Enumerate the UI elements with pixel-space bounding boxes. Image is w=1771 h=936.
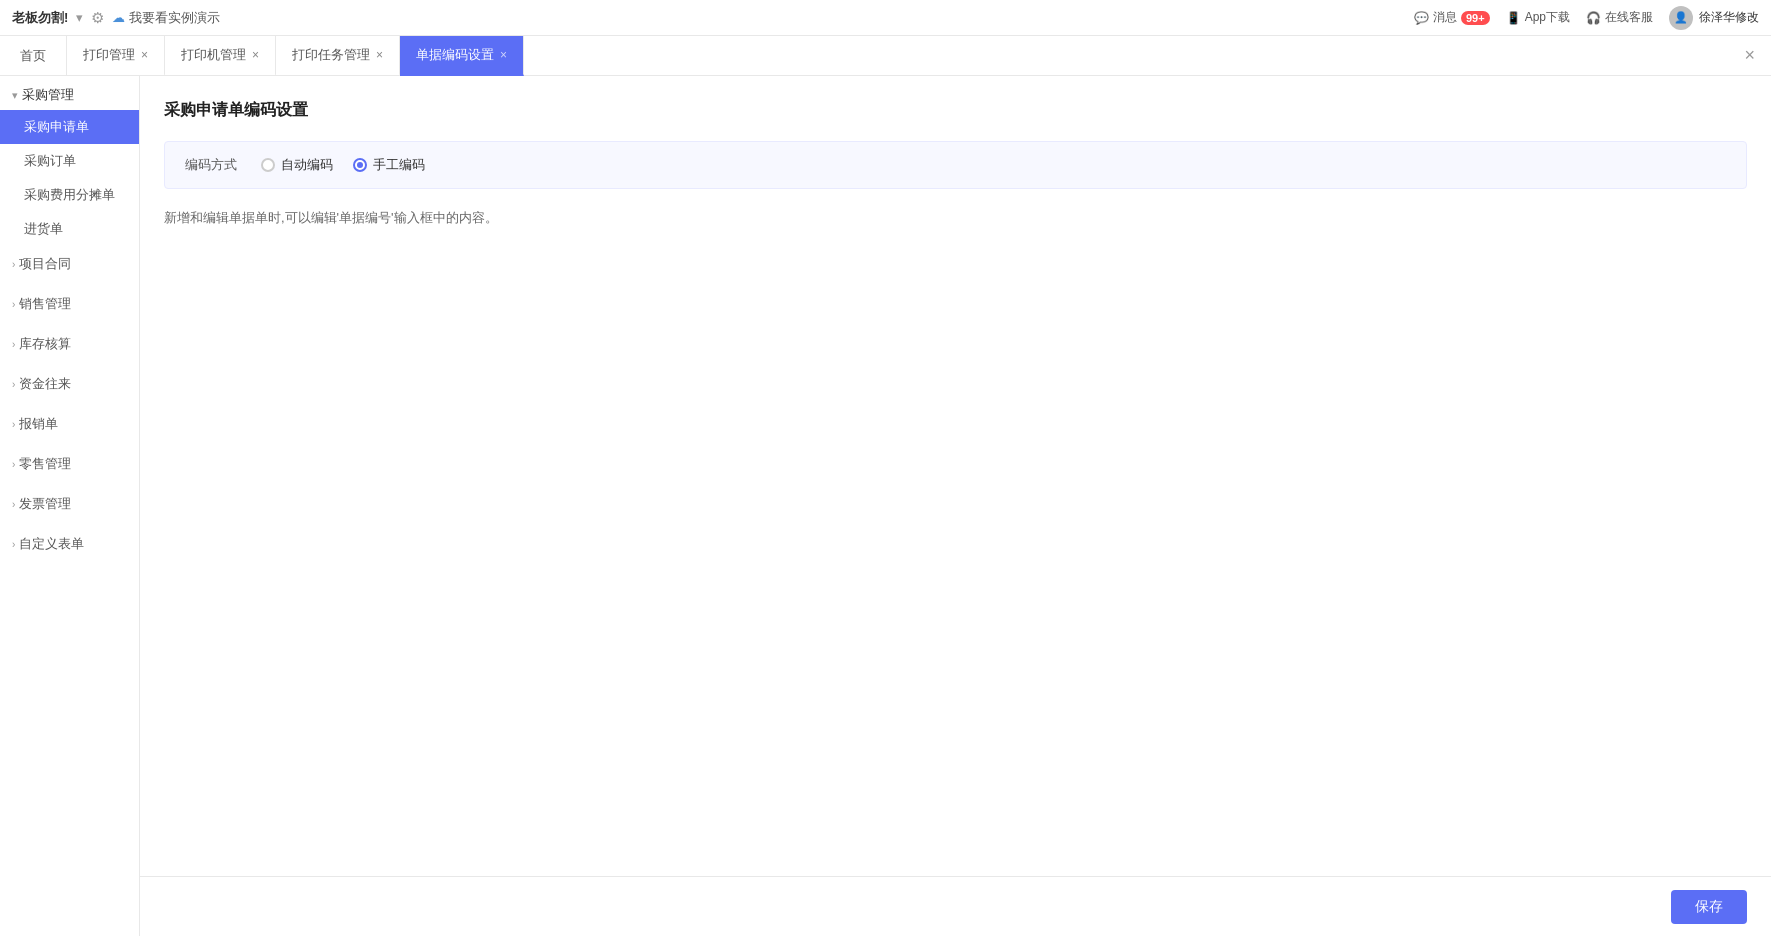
sidebar-item-retail[interactable]: › 零售管理 (0, 446, 139, 482)
radio-auto-label: 自动编码 (281, 156, 333, 174)
message-label: 消息 (1433, 9, 1457, 26)
sidebar-item-expense[interactable]: › 报销单 (0, 406, 139, 442)
encoding-section: 编码方式 自动编码 手工编码 (164, 141, 1747, 189)
hint-text: 新增和编辑单据单时,可以编辑'单据编号'输入框中的内容。 (164, 209, 1747, 227)
sidebar-item-purchase-order[interactable]: 采购订单 (0, 144, 139, 178)
page-title: 采购申请单编码设置 (164, 100, 1747, 121)
sidebar-item-purchase-expense-split[interactable]: 采购费用分摊单 (0, 178, 139, 212)
sidebar-group-inventory: › 库存核算 (0, 326, 139, 362)
logo-text: 老板勿割! (12, 9, 68, 27)
tab-print-management[interactable]: 打印管理 × (67, 36, 165, 76)
chevron-right-icon: › (12, 379, 15, 390)
tab-print-task-management[interactable]: 打印任务管理 × (276, 36, 400, 76)
sidebar-item-goods-receipt[interactable]: 进货单 (0, 212, 139, 246)
sidebar: ▾ 采购管理 采购申请单 采购订单 采购费用分摊单 进货单 › 项目合同 › 销… (0, 76, 140, 936)
user-name: 徐泽华修改 (1699, 9, 1759, 26)
chevron-right-icon: › (12, 539, 15, 550)
radio-manual-circle[interactable] (353, 158, 367, 172)
tab-home[interactable]: 首页 (0, 36, 67, 76)
app-download-label: App下载 (1525, 9, 1570, 26)
dropdown-arrow-icon[interactable]: ▾ (76, 10, 83, 25)
message-button[interactable]: 💬 消息 99+ (1414, 9, 1490, 26)
sidebar-item-purchase-request[interactable]: 采购申请单 (0, 110, 139, 144)
demo-link-text: 我要看实例演示 (129, 9, 220, 27)
user-info[interactable]: 👤 徐泽华修改 (1669, 6, 1759, 30)
content-area: 采购申请单编码设置 编码方式 自动编码 手工编码 新增和编辑单据单时,可以编辑'… (140, 76, 1771, 936)
radio-manual-label: 手工编码 (373, 156, 425, 174)
avatar: 👤 (1669, 6, 1693, 30)
sidebar-group-custom-form: › 自定义表单 (0, 526, 139, 562)
radio-group: 自动编码 手工编码 (261, 156, 425, 174)
radio-auto-circle[interactable] (261, 158, 275, 172)
top-bar: 老板勿割! ▾ ⚙ ☁ 我要看实例演示 💬 消息 99+ 📱 App下载 🎧 在… (0, 0, 1771, 36)
tab-printer-management[interactable]: 打印机管理 × (165, 36, 276, 76)
radio-manual-encoding[interactable]: 手工编码 (353, 156, 425, 174)
tab-close-icon[interactable]: × (252, 48, 259, 62)
tab-close-icon[interactable]: × (141, 48, 148, 62)
sidebar-purchase-mgmt-label: 采购管理 (22, 86, 74, 104)
chevron-right-icon: › (12, 339, 15, 350)
tab-close-icon[interactable]: × (500, 48, 507, 62)
cloud-icon: ☁ (112, 10, 125, 25)
message-icon: 💬 (1414, 11, 1429, 25)
app-download-button[interactable]: 📱 App下载 (1506, 9, 1570, 26)
sidebar-item-project-contract[interactable]: › 项目合同 (0, 246, 139, 282)
online-support-button[interactable]: 🎧 在线客服 (1586, 9, 1653, 26)
sidebar-purchase-mgmt-header[interactable]: ▾ 采购管理 (0, 76, 139, 110)
sidebar-group-project-contract: › 项目合同 (0, 246, 139, 282)
online-support-label: 在线客服 (1605, 9, 1653, 26)
sidebar-item-invoice[interactable]: › 发票管理 (0, 486, 139, 522)
content-footer: 保存 (140, 876, 1771, 936)
tab-close-icon[interactable]: × (376, 48, 383, 62)
top-bar-right: 💬 消息 99+ 📱 App下载 🎧 在线客服 👤 徐泽华修改 (1414, 6, 1759, 30)
sidebar-group-sales-mgmt: › 销售管理 (0, 286, 139, 322)
sidebar-group-expense: › 报销单 (0, 406, 139, 442)
sidebar-item-capital[interactable]: › 资金往来 (0, 366, 139, 402)
top-bar-left: 老板勿割! ▾ ⚙ ☁ 我要看实例演示 (12, 9, 220, 27)
tab-document-code-settings[interactable]: 单据编码设置 × (400, 36, 524, 76)
tab-bar: 首页 打印管理 × 打印机管理 × 打印任务管理 × 单据编码设置 × × (0, 36, 1771, 76)
save-button[interactable]: 保存 (1671, 890, 1747, 924)
sidebar-group-invoice: › 发票管理 (0, 486, 139, 522)
encoding-label: 编码方式 (185, 156, 237, 174)
chevron-right-icon: › (12, 419, 15, 430)
chevron-down-icon: ▾ (12, 89, 18, 102)
headset-icon: 🎧 (1586, 11, 1601, 25)
gear-icon[interactable]: ⚙ (91, 9, 104, 27)
sidebar-item-custom-form[interactable]: › 自定义表单 (0, 526, 139, 562)
chevron-right-icon: › (12, 499, 15, 510)
chevron-right-icon: › (12, 459, 15, 470)
chevron-right-icon: › (12, 299, 15, 310)
tab-bar-close-button[interactable]: × (1728, 45, 1771, 66)
message-badge: 99+ (1461, 11, 1490, 25)
sidebar-item-sales-mgmt[interactable]: › 销售管理 (0, 286, 139, 322)
sidebar-item-inventory[interactable]: › 库存核算 (0, 326, 139, 362)
sidebar-group-retail: › 零售管理 (0, 446, 139, 482)
content-inner: 采购申请单编码设置 编码方式 自动编码 手工编码 新增和编辑单据单时,可以编辑'… (140, 76, 1771, 876)
demo-link[interactable]: ☁ 我要看实例演示 (112, 9, 220, 27)
phone-icon: 📱 (1506, 11, 1521, 25)
radio-auto-encoding[interactable]: 自动编码 (261, 156, 333, 174)
chevron-right-icon: › (12, 259, 15, 270)
main-layout: ▾ 采购管理 采购申请单 采购订单 采购费用分摊单 进货单 › 项目合同 › 销… (0, 76, 1771, 936)
sidebar-group-capital: › 资金往来 (0, 366, 139, 402)
